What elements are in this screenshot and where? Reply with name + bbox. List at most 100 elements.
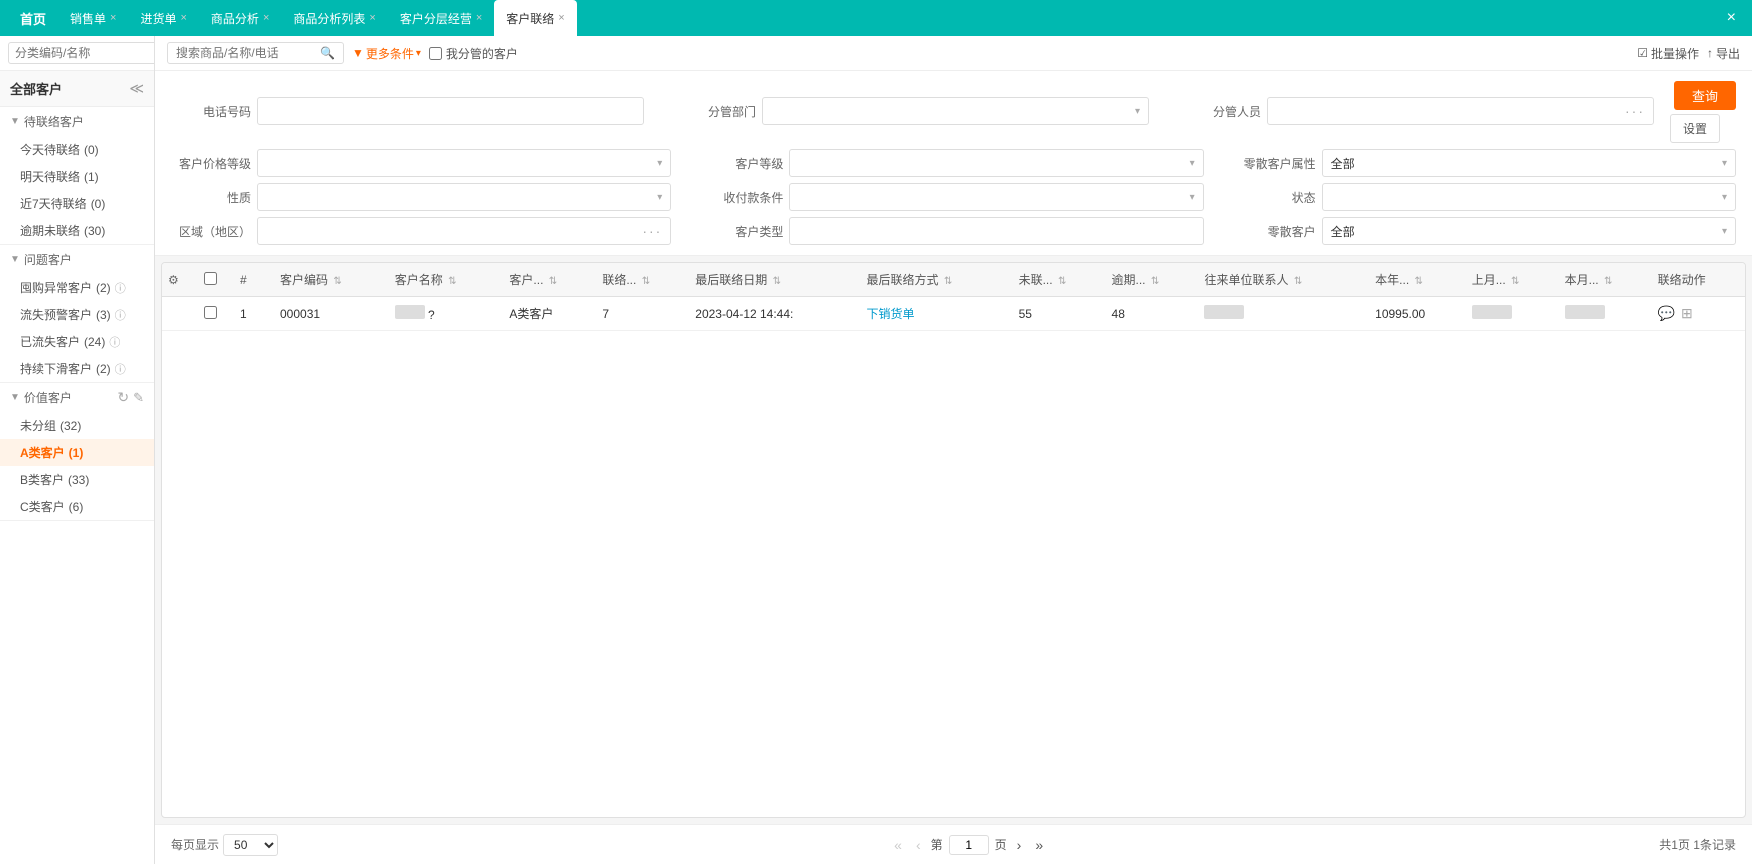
sidebar-all-customers-header[interactable]: 全部客户 ≪ [0,71,154,107]
customer-level-input[interactable]: ▾ [789,149,1203,177]
select-all-checkbox[interactable] [204,272,217,285]
row-select-checkbox[interactable] [204,306,217,319]
nature-field: 性质 ▾ [171,183,671,211]
row-unit-contact [1198,297,1369,331]
th-last-method[interactable]: 最后联络方式 ⇅ [861,263,1013,297]
sidebar-item-churn-warning[interactable]: 流失预警客户 (3) ⓘ [0,301,154,328]
page-input[interactable] [949,835,989,855]
row-last-month [1466,297,1559,331]
dept-input[interactable]: ▾ [762,97,1149,125]
sidebar-item-7days[interactable]: 近7天待联络 (0) [0,190,154,217]
close-customer-tier-tab[interactable]: × [476,12,482,24]
th-this-month[interactable]: 本月... ⇅ [1559,263,1652,297]
th-customer-type[interactable]: 客户... ⇅ [503,263,596,297]
filter-search-icon[interactable]: 🔍 [320,46,335,60]
sidebar-item-tomorrow[interactable]: 明天待联络 (1) [0,163,154,190]
close-product-analysis-tab[interactable]: × [263,12,269,24]
advanced-filter: 电话号码 分管部门 ▾ 分管人员 ··· [155,71,1752,256]
nav-tab-customer-contact[interactable]: 客户联络 × [494,0,576,36]
sidebar-item-class-c[interactable]: C类客户 (6) [0,493,154,520]
sort-icon: ⇅ [1058,276,1066,287]
problem-customers-group-title[interactable]: ▼ 问题客户 [0,245,154,274]
nav-home[interactable]: 首页 [8,0,58,36]
sidebar-item-today[interactable]: 今天待联络 (0) [0,136,154,163]
th-last-month[interactable]: 上月... ⇅ [1466,263,1559,297]
region-input[interactable]: ··· [257,217,671,245]
last-method-link[interactable]: 下销货单 [867,307,915,321]
export-button[interactable]: ↑ 导出 [1707,45,1740,62]
status-field: 状态 ▾ [1236,183,1736,211]
th-overdue[interactable]: 逾期... ⇅ [1106,263,1199,297]
row-last-method[interactable]: 下销货单 [861,297,1013,331]
qr-icon[interactable]: ⊞ [1681,305,1693,322]
my-customers-check[interactable] [429,47,442,60]
last-page-button[interactable]: » [1031,835,1047,855]
prev-page-button[interactable]: ‹ [912,835,925,855]
sort-icon: ⇅ [1604,276,1612,287]
ellipsis-icon: ··· [1625,103,1645,119]
pending-contact-group-title[interactable]: ▼ 待联络客户 [0,107,154,136]
nav-tab-product-analysis[interactable]: 商品分析 × [199,0,281,36]
th-no-contact[interactable]: 未联... ⇅ [1013,263,1106,297]
sidebar-item-unclassified[interactable]: 未分组 (32) [0,412,154,439]
first-page-button[interactable]: « [890,835,906,855]
th-this-year[interactable]: 本年... ⇅ [1369,263,1466,297]
sidebar-item-hoarding[interactable]: 囤购异常客户 (2) ⓘ [0,274,154,301]
sort-icon: ⇅ [642,276,650,287]
chevron-down-icon: ▾ [1722,226,1727,237]
close-product-list-tab[interactable]: × [369,12,375,24]
more-conditions-button[interactable]: ▼ 更多条件 ▾ [352,45,421,62]
th-settings[interactable]: ⚙ [162,263,198,297]
th-checkbox[interactable] [198,263,234,297]
nav-tab-purchase[interactable]: 进货单 × [128,0,198,36]
window-close-button[interactable]: × [1719,9,1744,27]
page-size-select[interactable]: 50 100 200 [223,834,278,856]
nav-tab-sales[interactable]: 销售单 × [58,0,128,36]
th-contact-count[interactable]: 联络... ⇅ [596,263,689,297]
next-page-button[interactable]: › [1013,835,1026,855]
gear-icon[interactable]: ⚙ [168,273,179,287]
nav-tab-product-list[interactable]: 商品分析列表 × [281,0,387,36]
price-level-input[interactable]: ▾ [257,149,671,177]
filter-search-input[interactable] [176,46,316,60]
customer-type-input[interactable] [789,217,1203,245]
th-last-date[interactable]: 最后联络日期 ⇅ [689,263,860,297]
th-unit-contact[interactable]: 往来单位联系人 ⇅ [1198,263,1369,297]
phone-input[interactable] [257,97,644,125]
query-button[interactable]: 查询 [1674,81,1736,110]
value-customers-group-title[interactable]: ▼ 价值客户 ↻ ✎ [0,383,154,412]
adv-filter-row-3: 性质 ▾ 收付款条件 ▾ 状态 ▾ [171,183,1736,211]
batch-ops-button[interactable]: ☑ 批量操作 [1637,45,1699,62]
contact-icon[interactable]: 💬 [1658,305,1675,322]
sidebar-item-declining[interactable]: 持续下滑客户 (2) ⓘ [0,355,154,382]
th-code[interactable]: 客户编码 ⇅ [274,263,389,297]
retail-customer-input[interactable]: 全部 ▾ [1322,217,1736,245]
settings-button[interactable]: 设置 [1670,114,1720,143]
status-input[interactable]: ▾ [1322,183,1736,211]
nature-input[interactable]: ▾ [257,183,671,211]
refresh-icon[interactable]: ↻ [117,389,129,406]
sidebar-item-class-b[interactable]: B类客户 (33) [0,466,154,493]
close-sales-tab[interactable]: × [110,12,116,24]
th-index: # [234,263,274,297]
close-customer-contact-tab[interactable]: × [558,12,564,24]
my-customers-checkbox[interactable]: 我分管的客户 [429,45,518,62]
retail-attr-input[interactable]: 全部 ▾ [1322,149,1736,177]
row-checkbox[interactable] [198,297,234,331]
total-records-label: 共1页 1条记录 [1659,836,1736,853]
sort-icon: ⇅ [333,276,341,287]
nav-tab-customer-tier[interactable]: 客户分层经营 × [388,0,494,36]
sidebar-item-overdue[interactable]: 逾期未联络 (30) [0,217,154,244]
edit-icon[interactable]: ✎ [133,390,144,406]
sidebar-item-churned[interactable]: 已流失客户 (24) ⓘ [0,328,154,355]
adv-filter-row-4: 区域（地区） ··· 客户类型 零散客户 全部 [171,217,1736,245]
staff-input[interactable]: ··· [1267,97,1654,125]
close-purchase-tab[interactable]: × [180,12,186,24]
th-name[interactable]: 客户名称 ⇅ [389,263,504,297]
problem-customers-group: ▼ 问题客户 囤购异常客户 (2) ⓘ 流失预警客户 (3) ⓘ 已流失客户 (… [0,245,154,383]
payment-input[interactable]: ▾ [789,183,1203,211]
sidebar-search-input[interactable] [8,42,155,64]
region-field: 区域（地区） ··· [171,217,671,245]
sidebar-collapse-icon[interactable]: ≪ [129,80,144,97]
sidebar-item-class-a[interactable]: A类客户 (1) [0,439,154,466]
